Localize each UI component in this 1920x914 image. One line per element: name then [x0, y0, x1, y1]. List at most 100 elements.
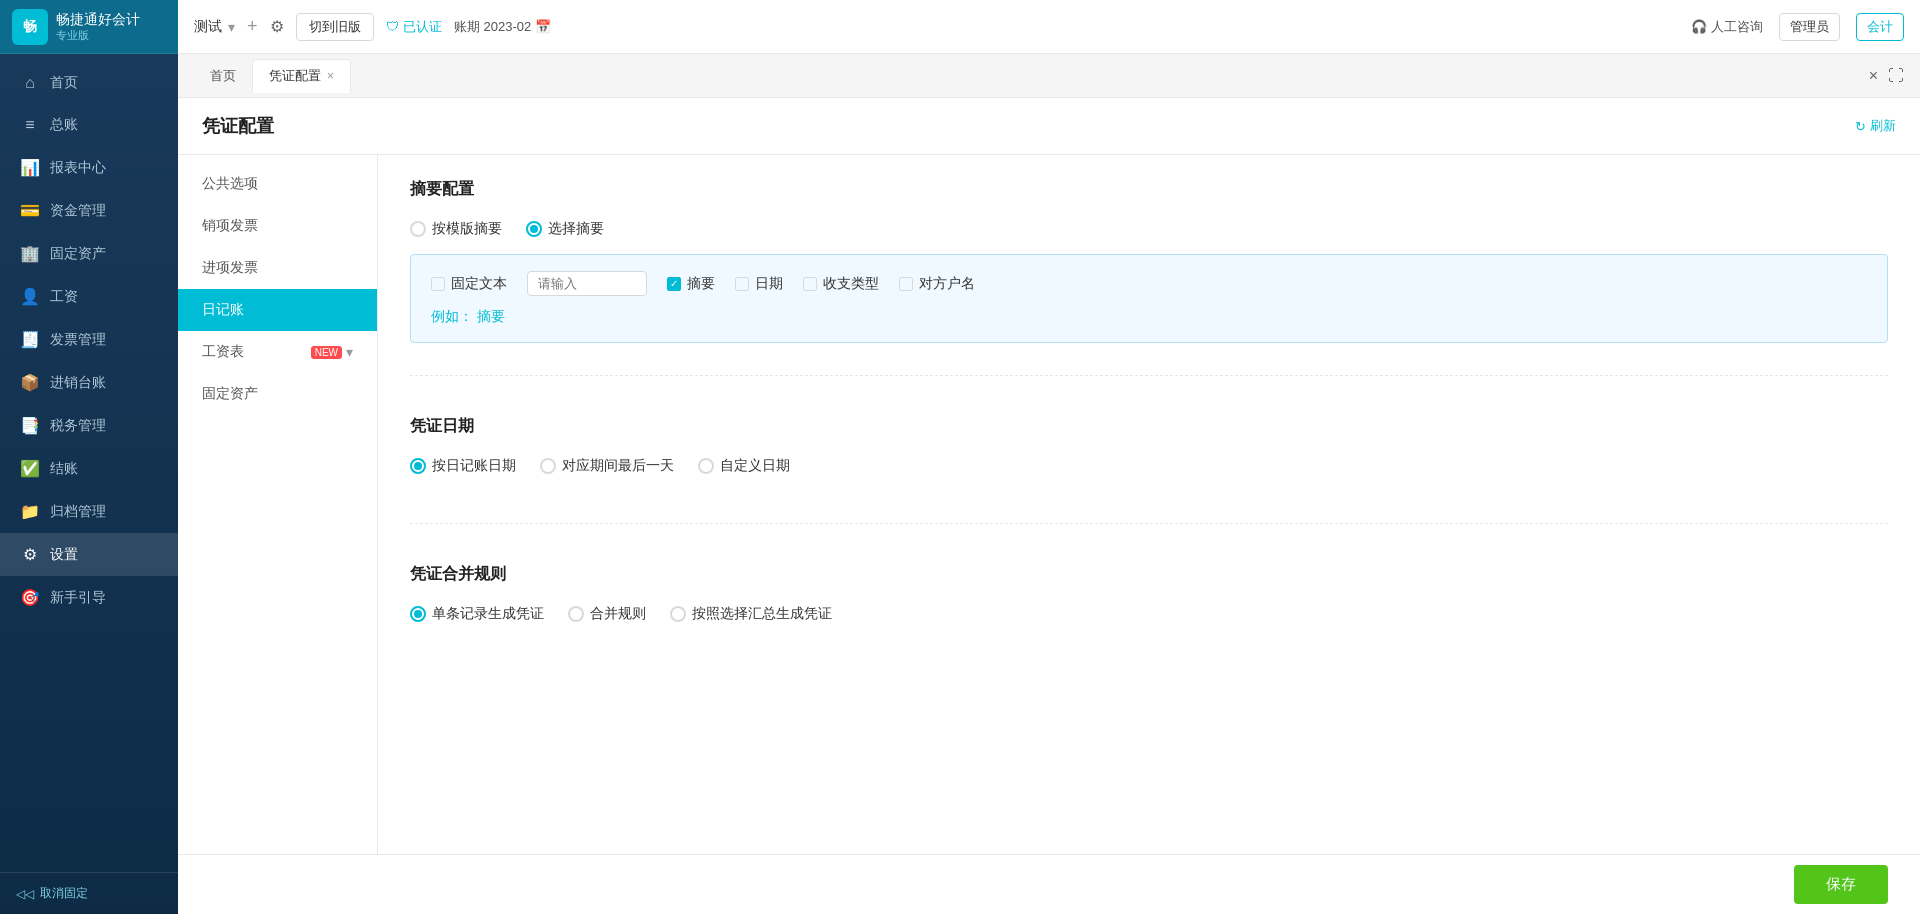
sidebar-item-salary[interactable]: 👤 工资	[0, 275, 178, 318]
date-section: 凭证日期 按日记账日期 对应期间最后一天 自定义日期	[410, 416, 1888, 524]
shield-icon: 🛡	[386, 19, 399, 34]
trade-icon: 📦	[20, 373, 40, 392]
merge-section: 凭证合并规则 单条记录生成凭证 合并规则 按照选择汇总生成凭证	[410, 564, 1888, 671]
merge-radio-summary[interactable]: 按照选择汇总生成凭证	[670, 605, 832, 623]
switch-version-button[interactable]: 切到旧版	[296, 13, 374, 41]
radio-circle-rule	[568, 606, 584, 622]
checkbox-counterpart[interactable]: 对方户名	[899, 275, 975, 293]
checkbox-box-pay-type	[803, 277, 817, 291]
date-radio-last-day[interactable]: 对应期间最后一天	[540, 457, 674, 475]
refresh-button[interactable]: ↻ 刷新	[1855, 117, 1896, 151]
reports-icon: 📊	[20, 158, 40, 177]
left-nav-public[interactable]: 公共选项	[178, 163, 377, 205]
topbar-settings-icon[interactable]: ⚙	[270, 17, 284, 36]
tabbar-actions: × ⛶	[1869, 67, 1904, 85]
sidebar-item-funds[interactable]: 💳 资金管理	[0, 189, 178, 232]
checkbox-date[interactable]: 日期	[735, 275, 783, 293]
date-radio-custom[interactable]: 自定义日期	[698, 457, 790, 475]
logo-icon: 畅	[12, 9, 48, 45]
sidebar-item-home[interactable]: ⌂ 首页	[0, 62, 178, 104]
main-content: 凭证配置 ↻ 刷新 公共选项 销项发票 进项发票 日记账 工资表 NEW ▾ 固…	[178, 98, 1920, 914]
archive-icon: 📁	[20, 502, 40, 521]
sidebar-item-guide[interactable]: 🎯 新手引导	[0, 576, 178, 619]
tab-voucher-config[interactable]: 凭证配置 ×	[252, 59, 351, 93]
radio-circle-template	[410, 221, 426, 237]
topbar: 测试 ▾ + ⚙ 切到旧版 🛡 已认证 账期 2023-02 📅 🎧 人工咨询 …	[178, 0, 1920, 54]
sidebar-nav: ⌂ 首页 ≡ 总账 📊 报表中心 💳 资金管理 🏢 固定资产 👤 工资 🧾 发票…	[0, 54, 178, 872]
left-nav-purchase-invoice[interactable]: 进项发票	[178, 247, 377, 289]
sidebar-item-settings[interactable]: ⚙ 设置	[0, 533, 178, 576]
calendar-icon[interactable]: 📅	[535, 19, 551, 34]
salary-icon: 👤	[20, 287, 40, 306]
left-nav-fixed-assets[interactable]: 固定资产	[178, 373, 377, 415]
sidebar-item-reports[interactable]: 📊 报表中心	[0, 146, 178, 189]
tab-home[interactable]: 首页	[194, 59, 252, 93]
left-nav-payroll[interactable]: 工资表 NEW ▾	[178, 331, 377, 373]
logo-text: 畅捷通好会计 专业版	[56, 10, 140, 42]
sidebar-item-ledger[interactable]: ≡ 总账	[0, 104, 178, 146]
merge-radio-group: 单条记录生成凭证 合并规则 按照选择汇总生成凭证	[410, 605, 1888, 623]
left-nav-sales-invoice[interactable]: 销项发票	[178, 205, 377, 247]
sidebar-item-close[interactable]: ✅ 结账	[0, 447, 178, 490]
example-text: 例如： 摘要	[431, 308, 1867, 326]
home-icon: ⌂	[20, 74, 40, 92]
bottom-bar: 保存	[178, 854, 1920, 914]
sidebar-item-assets[interactable]: 🏢 固定资产	[0, 232, 178, 275]
settings-icon: ⚙	[20, 545, 40, 564]
radio-circle-custom-date	[698, 458, 714, 474]
sidebar-footer[interactable]: ◁◁ 取消固定	[0, 872, 178, 914]
close-tab-button[interactable]: ×	[1869, 67, 1878, 85]
sidebar-item-trade[interactable]: 📦 进销台账	[0, 361, 178, 404]
fixed-text-input[interactable]	[527, 271, 647, 296]
topbar-add-icon[interactable]: +	[247, 16, 258, 37]
page-header: 凭证配置 ↻ 刷新	[178, 98, 1920, 155]
tax-icon: 📑	[20, 416, 40, 435]
user-button[interactable]: 管理员	[1779, 13, 1840, 41]
radio-circle-merge-summary	[670, 606, 686, 622]
date-radio-group: 按日记账日期 对应期间最后一天 自定义日期	[410, 457, 1888, 475]
checkbox-fixed-text[interactable]: 固定文本	[431, 275, 507, 293]
date-section-title: 凭证日期	[410, 416, 1888, 437]
new-badge: NEW	[311, 346, 342, 359]
period-display: 账期 2023-02 📅	[454, 18, 552, 36]
ledger-icon: ≡	[20, 116, 40, 134]
sidebar-item-tax[interactable]: 📑 税务管理	[0, 404, 178, 447]
sidebar: 畅 畅捷通好会计 专业版 ⌂ 首页 ≡ 总账 📊 报表中心 💳 资金管理 🏢 固…	[0, 0, 178, 914]
tab-close-icon[interactable]: ×	[327, 69, 334, 83]
invoice-icon: 🧾	[20, 330, 40, 349]
page-title: 凭证配置	[202, 114, 274, 154]
funds-icon: 💳	[20, 201, 40, 220]
sidebar-item-invoice[interactable]: 🧾 发票管理	[0, 318, 178, 361]
checkbox-pay-type[interactable]: 收支类型	[803, 275, 879, 293]
close-period-icon: ✅	[20, 459, 40, 478]
consult-button[interactable]: 🎧 人工咨询	[1691, 18, 1763, 36]
summary-radio-group: 按模版摘要 选择摘要	[410, 220, 1888, 238]
topbar-right: 🎧 人工咨询 管理员 会计	[1691, 13, 1904, 41]
summary-section-title: 摘要配置	[410, 179, 1888, 200]
summary-section: 摘要配置 按模版摘要 选择摘要 固定文本	[410, 179, 1888, 376]
left-nav-journal[interactable]: 日记账	[178, 289, 377, 331]
expand-button[interactable]: ⛶	[1888, 67, 1904, 85]
checkbox-box-date	[735, 277, 749, 291]
merge-radio-rule[interactable]: 合并规则	[568, 605, 646, 623]
headset-icon: 🎧	[1691, 19, 1707, 34]
content-area: 公共选项 销项发票 进项发票 日记账 工资表 NEW ▾ 固定资产 摘要配置	[178, 155, 1920, 914]
radio-circle-last-day	[540, 458, 556, 474]
chevron-down-icon: ▾	[346, 344, 353, 360]
checkbox-summary[interactable]: ✓ 摘要	[667, 275, 715, 293]
sidebar-logo: 畅 畅捷通好会计 专业版	[0, 0, 178, 54]
role-button[interactable]: 会计	[1856, 13, 1904, 41]
project-dropdown-icon[interactable]: ▾	[228, 19, 235, 35]
checkbox-box-summary: ✓	[667, 277, 681, 291]
guide-icon: 🎯	[20, 588, 40, 607]
merge-radio-single[interactable]: 单条记录生成凭证	[410, 605, 544, 623]
date-radio-journal[interactable]: 按日记账日期	[410, 457, 516, 475]
save-button[interactable]: 保存	[1794, 865, 1888, 904]
pin-icon: ◁◁	[16, 887, 34, 901]
left-nav: 公共选项 销项发票 进项发票 日记账 工资表 NEW ▾ 固定资产	[178, 155, 378, 914]
summary-radio-select[interactable]: 选择摘要	[526, 220, 604, 238]
sidebar-item-archive[interactable]: 📁 归档管理	[0, 490, 178, 533]
right-content: 摘要配置 按模版摘要 选择摘要 固定文本	[378, 155, 1920, 914]
tabbar: 首页 凭证配置 × × ⛶	[178, 54, 1920, 98]
summary-radio-template[interactable]: 按模版摘要	[410, 220, 502, 238]
